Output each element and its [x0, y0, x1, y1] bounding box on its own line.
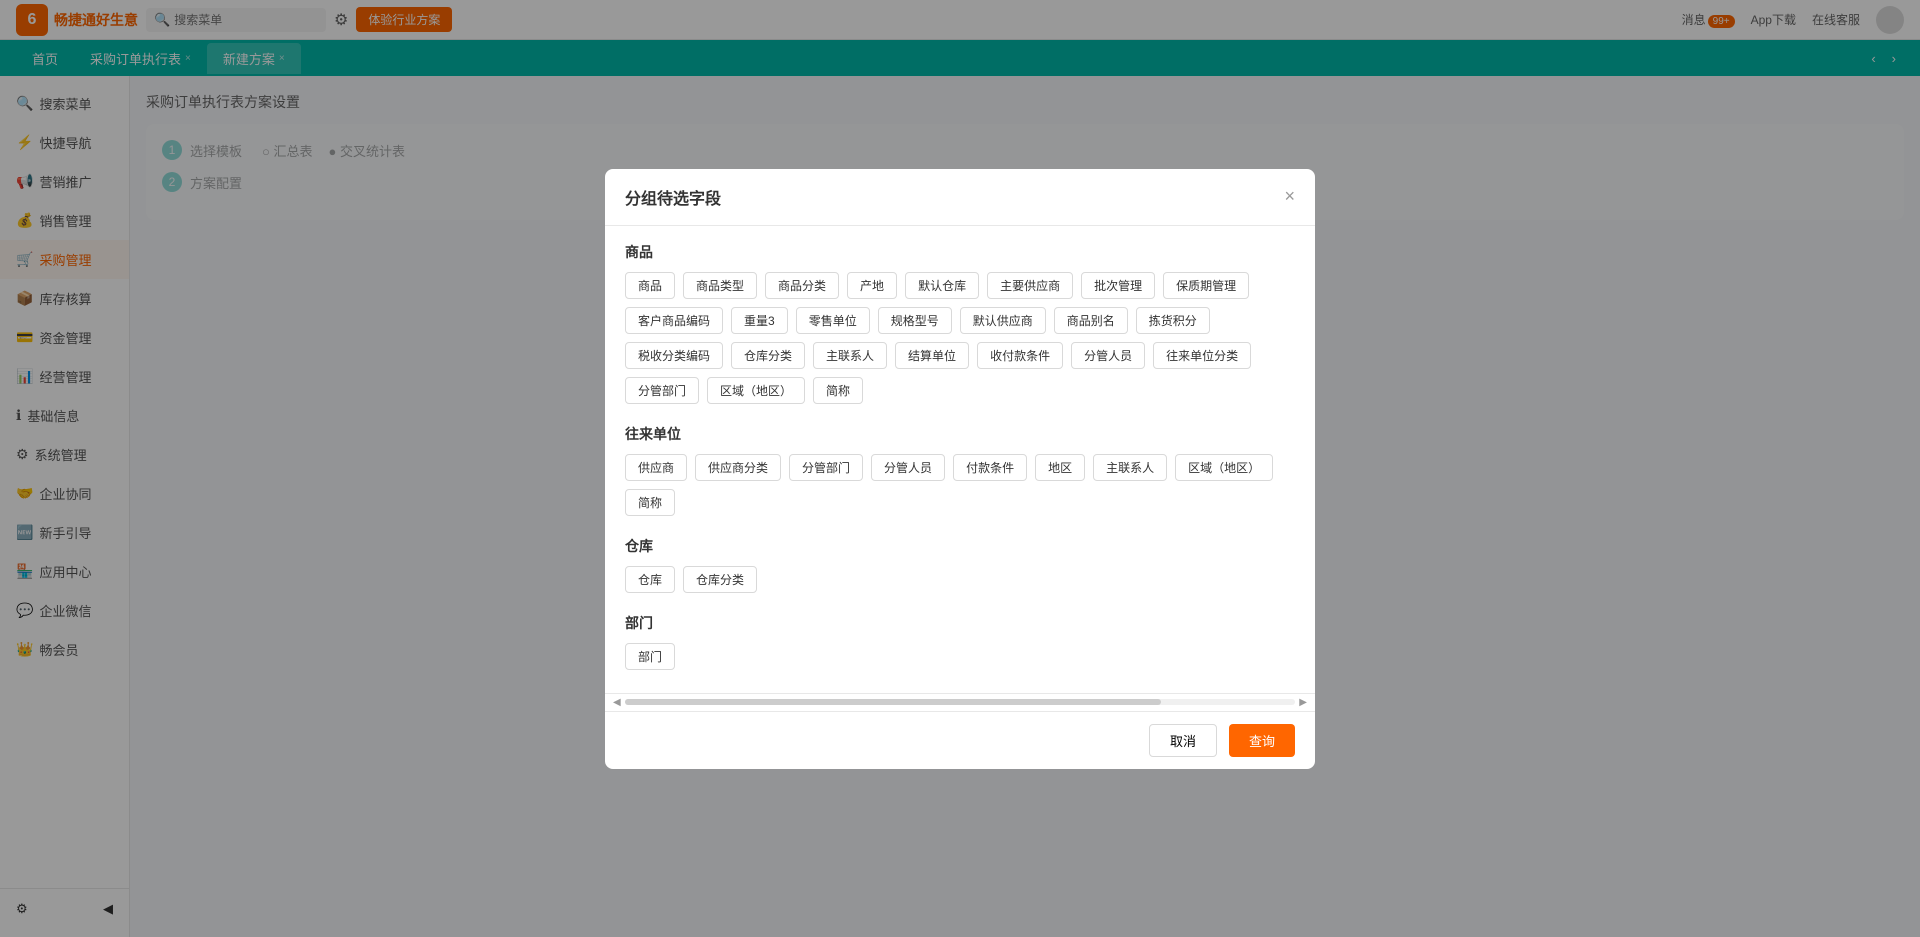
field-tag[interactable]: 仓库分类: [683, 566, 757, 593]
field-tag[interactable]: 分管部门: [789, 454, 863, 481]
group-title-warehouse: 仓库: [625, 536, 1295, 556]
field-tag[interactable]: 商品分类: [765, 272, 839, 299]
scroll-thumb: [625, 699, 1161, 705]
field-tag[interactable]: 商品别名: [1054, 307, 1128, 334]
modal-body: 商品 商品 商品类型 商品分类 产地 默认仓库 主要供应商 批次管理 保质期管理…: [605, 226, 1315, 693]
field-tag[interactable]: 区域（地区）: [707, 377, 805, 404]
modal-footer: 取消 查询: [605, 711, 1315, 769]
group-title-goods: 商品: [625, 242, 1295, 262]
scroll-left-arrow[interactable]: ◀: [613, 697, 621, 708]
field-tag[interactable]: 主要供应商: [987, 272, 1073, 299]
field-group-goods: 商品 商品 商品类型 商品分类 产地 默认仓库 主要供应商 批次管理 保质期管理…: [625, 242, 1295, 404]
field-group-counterpart: 往来单位 供应商 供应商分类 分管部门 分管人员 付款条件 地区 主联系人 区域…: [625, 424, 1295, 516]
field-tag[interactable]: 收付款条件: [977, 342, 1063, 369]
field-tags-goods: 商品 商品类型 商品分类 产地 默认仓库 主要供应商 批次管理 保质期管理 客户…: [625, 272, 1295, 404]
field-tag[interactable]: 商品类型: [683, 272, 757, 299]
modal-close-button[interactable]: ×: [1284, 186, 1295, 207]
field-tag[interactable]: 主联系人: [1093, 454, 1167, 481]
cancel-button[interactable]: 取消: [1149, 724, 1217, 757]
field-tag[interactable]: 结算单位: [895, 342, 969, 369]
field-tag[interactable]: 分管人员: [1071, 342, 1145, 369]
field-tags-warehouse: 仓库 仓库分类: [625, 566, 1295, 593]
field-tags-department: 部门: [625, 643, 1295, 670]
field-tag[interactable]: 区域（地区）: [1175, 454, 1273, 481]
modal-title: 分组待选字段: [625, 185, 721, 209]
field-tag[interactable]: 付款条件: [953, 454, 1027, 481]
field-tag[interactable]: 供应商分类: [695, 454, 781, 481]
modal-scroll-bar-area: ◀ ▶: [605, 693, 1315, 711]
field-tag[interactable]: 客户商品编码: [625, 307, 723, 334]
field-group-warehouse: 仓库 仓库 仓库分类: [625, 536, 1295, 593]
field-tag[interactable]: 规格型号: [878, 307, 952, 334]
field-tag[interactable]: 零售单位: [796, 307, 870, 334]
scroll-right-arrow[interactable]: ▶: [1299, 697, 1307, 708]
field-tag[interactable]: 重量3: [731, 307, 788, 334]
field-tag[interactable]: 税收分类编码: [625, 342, 723, 369]
field-tag[interactable]: 产地: [847, 272, 897, 299]
field-tag[interactable]: 分管人员: [871, 454, 945, 481]
confirm-button[interactable]: 查询: [1229, 724, 1295, 757]
field-tag[interactable]: 默认供应商: [960, 307, 1046, 334]
field-tag[interactable]: 简称: [813, 377, 863, 404]
modal-overlay: 分组待选字段 × 商品 商品 商品类型 商品分类 产地 默认仓库 主要供应商 批…: [0, 0, 1920, 937]
field-tag[interactable]: 简称: [625, 489, 675, 516]
field-tag[interactable]: 主联系人: [813, 342, 887, 369]
field-tag[interactable]: 默认仓库: [905, 272, 979, 299]
field-tag[interactable]: 地区: [1035, 454, 1085, 481]
modal-header: 分组待选字段 ×: [605, 169, 1315, 226]
field-tag[interactable]: 分管部门: [625, 377, 699, 404]
field-tag[interactable]: 仓库: [625, 566, 675, 593]
field-tag[interactable]: 供应商: [625, 454, 687, 481]
field-group-department: 部门 部门: [625, 613, 1295, 670]
field-tags-counterpart: 供应商 供应商分类 分管部门 分管人员 付款条件 地区 主联系人 区域（地区） …: [625, 454, 1295, 516]
field-tag[interactable]: 拣货积分: [1136, 307, 1210, 334]
field-tag[interactable]: 仓库分类: [731, 342, 805, 369]
group-title-counterpart: 往来单位: [625, 424, 1295, 444]
field-tag[interactable]: 部门: [625, 643, 675, 670]
field-tag[interactable]: 商品: [625, 272, 675, 299]
group-title-department: 部门: [625, 613, 1295, 633]
horizontal-scrollbar[interactable]: [625, 699, 1296, 705]
field-tag[interactable]: 批次管理: [1081, 272, 1155, 299]
field-selection-modal: 分组待选字段 × 商品 商品 商品类型 商品分类 产地 默认仓库 主要供应商 批…: [605, 169, 1315, 769]
field-tag[interactable]: 往来单位分类: [1153, 342, 1251, 369]
field-tag[interactable]: 保质期管理: [1163, 272, 1249, 299]
